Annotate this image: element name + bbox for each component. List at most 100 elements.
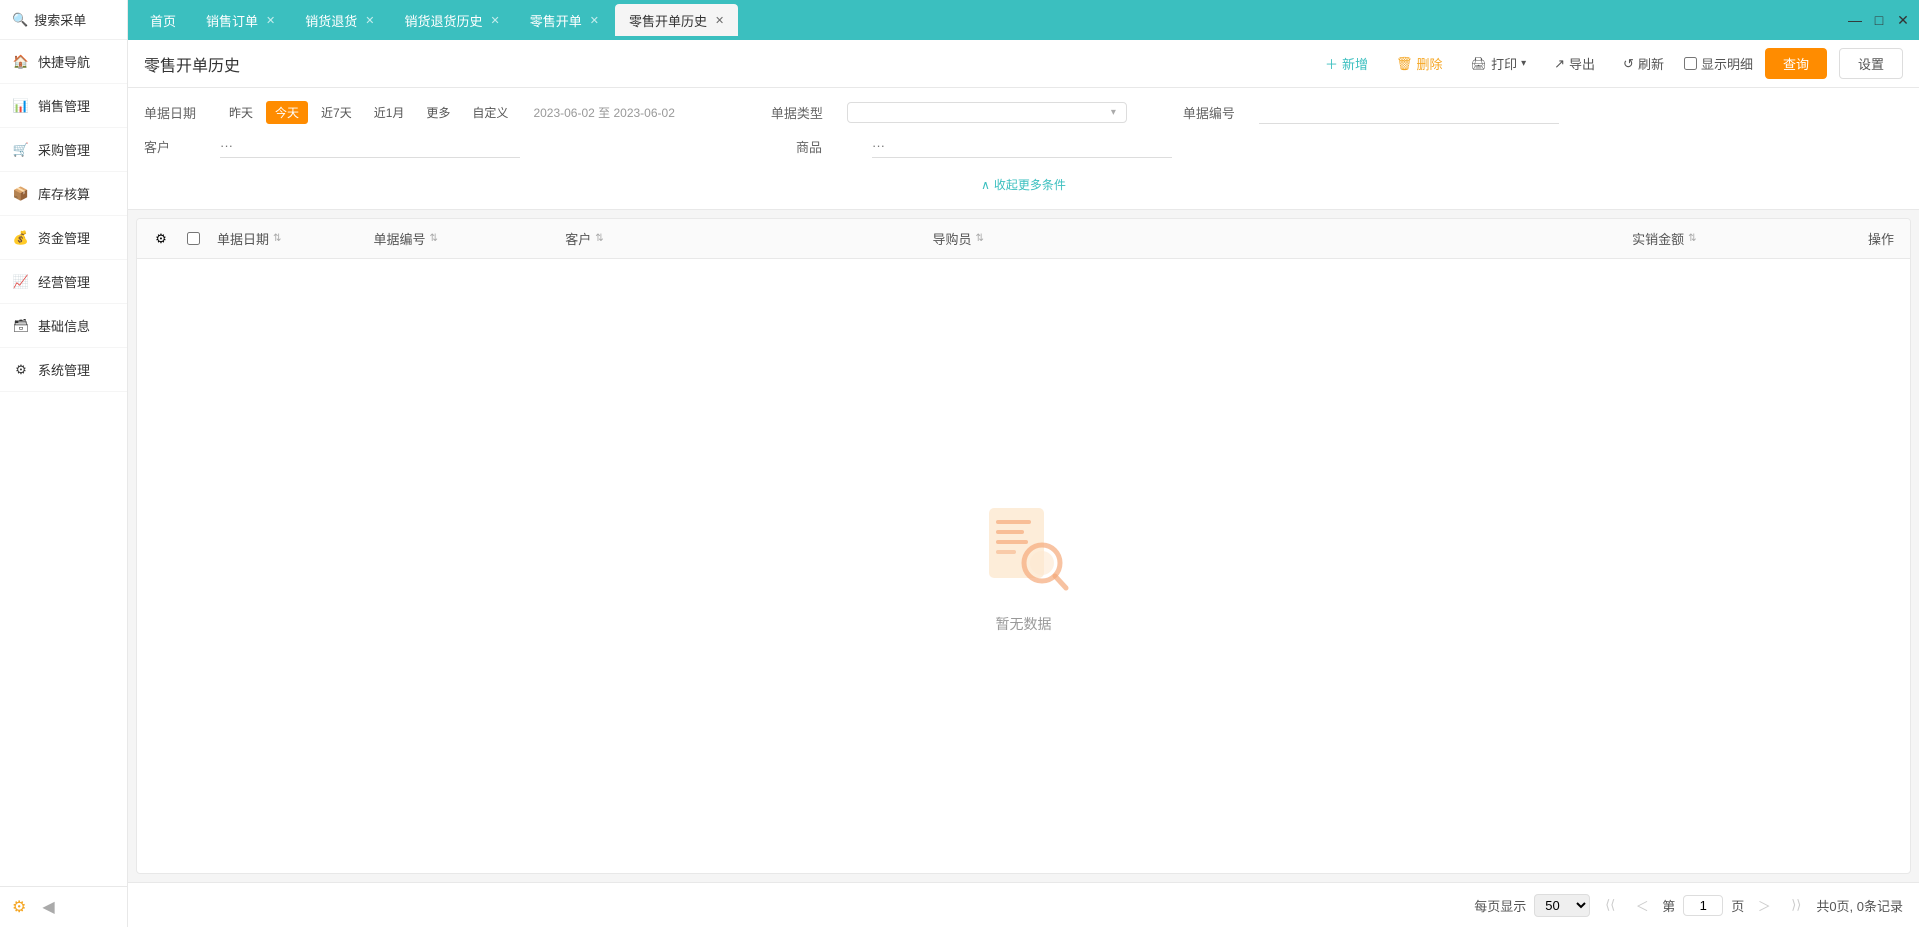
date-btn-today[interactable]: 今天 <box>266 101 308 124</box>
th-customer-label: 客户 <box>565 229 591 248</box>
query-button[interactable]: 查询 <box>1765 48 1827 79</box>
search-nav[interactable]: 🔍 搜索采单 <box>0 0 127 40</box>
refresh-label: 刷新 <box>1638 54 1664 73</box>
sidebar-item-label: 基础信息 <box>38 316 90 335</box>
tab-sales-return-history[interactable]: 销货退货历史 ✕ <box>390 4 513 36</box>
sort-salesperson-icon[interactable]: ⇅ <box>976 233 984 244</box>
th-actions: 操作 <box>1781 229 1902 248</box>
sidebar-item-inventory[interactable]: 📦 库存核算 <box>0 172 127 216</box>
export-button[interactable]: ↗ 导出 <box>1546 50 1603 77</box>
doc-type-select[interactable]: ▾ <box>847 102 1127 123</box>
print-button[interactable]: 🖨 打印 ▾ <box>1463 50 1535 77</box>
sidebar-item-label: 资金管理 <box>38 228 90 247</box>
first-page-btn[interactable]: ⟨⟨ <box>1598 893 1622 917</box>
data-table: ⚙ 单据日期 ⇅ 单据编号 ⇅ 客户 ⇅ 导购员 <box>136 218 1911 874</box>
tab-sales-order-close[interactable]: ✕ <box>266 14 275 27</box>
doc-type-label: 单据类型 <box>771 103 831 122</box>
th-no-label: 单据编号 <box>374 229 426 248</box>
sort-date-icon[interactable]: ⇅ <box>273 233 281 244</box>
tab-home-label: 首页 <box>150 11 176 30</box>
tab-retail-open-history[interactable]: 零售开单历史 ✕ <box>615 4 738 36</box>
close-btn[interactable]: ✕ <box>1895 12 1911 28</box>
delete-button[interactable]: 🗑 删除 <box>1388 50 1451 77</box>
sidebar-item-ops-mgmt[interactable]: 📈 经营管理 <box>0 260 127 304</box>
tab-sales-return-close[interactable]: ✕ <box>365 14 374 27</box>
inventory-icon: 📦 <box>12 185 30 203</box>
per-page-select[interactable]: 50 100 200 <box>1534 894 1590 917</box>
tab-retail-open-close[interactable]: ✕ <box>590 14 599 27</box>
page-content: 零售开单历史 ＋ 新增 🗑 删除 🖨 打印 ▾ ↗ 导出 <box>128 40 1919 927</box>
total-text: 共0页, 0条记录 <box>1816 896 1903 915</box>
sidebar-item-sys-mgmt[interactable]: ⚙ 系统管理 <box>0 348 127 392</box>
add-icon: ＋ <box>1325 54 1338 73</box>
goods-input[interactable] <box>872 134 1048 157</box>
sales-icon: 📊 <box>12 97 30 115</box>
sidebar-item-label: 系统管理 <box>38 360 90 379</box>
collapse-filter-btn[interactable]: ∧ 收起更多条件 <box>969 172 1078 197</box>
sort-customer-icon[interactable]: ⇅ <box>595 233 603 244</box>
print-label: 打印 <box>1491 54 1517 73</box>
sidebar-item-sales-mgmt[interactable]: 📊 销售管理 <box>0 84 127 128</box>
page-suffix: 页 <box>1731 896 1744 915</box>
display-detail-checkbox[interactable] <box>1684 57 1697 70</box>
sort-no-icon[interactable]: ⇅ <box>430 233 438 244</box>
settings-icon[interactable]: ⚙ <box>12 897 26 917</box>
date-label: 单据日期 <box>144 103 204 122</box>
refresh-icon: ↺ <box>1623 56 1634 72</box>
sidebar-item-purchase-mgmt[interactable]: 🛒 采购管理 <box>0 128 127 172</box>
sidebar-item-quick-nav[interactable]: 🏠 快捷导航 <box>0 40 127 84</box>
date-btn-yesterday[interactable]: 昨天 <box>220 101 262 124</box>
pagination: 每页显示 50 100 200 ⟨⟨ ＜ 第 页 ＞ ⟩⟩ 共0页, 0条记录 <box>128 882 1919 927</box>
add-button[interactable]: ＋ 新增 <box>1317 50 1376 77</box>
date-filter-buttons: 昨天 今天 近7天 近1月 更多 自定义 <box>220 101 517 124</box>
goods-field <box>872 134 1172 158</box>
date-btn-last7[interactable]: 近7天 <box>312 101 361 124</box>
maximize-btn[interactable]: □ <box>1871 12 1887 28</box>
select-all-checkbox-cell[interactable] <box>177 232 209 245</box>
collapse-label: 收起更多条件 <box>994 176 1066 193</box>
sidebar-item-label: 销售管理 <box>38 96 90 115</box>
customer-field <box>220 134 520 158</box>
search-label: 搜索采单 <box>34 10 86 29</box>
th-date: 单据日期 ⇅ <box>209 229 366 248</box>
prev-page-btn[interactable]: ＜ <box>1630 893 1654 917</box>
date-btn-last-month[interactable]: 近1月 <box>365 101 414 124</box>
settings-filter-button[interactable]: 设置 <box>1839 48 1903 79</box>
date-btn-custom[interactable]: 自定义 <box>463 101 517 124</box>
table-settings[interactable]: ⚙ <box>145 231 177 247</box>
collapse-sidebar-icon[interactable]: ◀ <box>42 897 54 917</box>
display-detail-toggle[interactable]: 显示明细 <box>1684 54 1753 73</box>
last-page-btn[interactable]: ⟩⟩ <box>1784 893 1808 917</box>
delete-icon: 🗑 <box>1396 56 1413 72</box>
base-icon: 🗃 <box>12 317 30 335</box>
toolbar-actions: ＋ 新增 🗑 删除 🖨 打印 ▾ ↗ 导出 ↺ 刷新 <box>1317 48 1903 79</box>
tab-sales-return[interactable]: 销货退货 ✕ <box>291 4 388 36</box>
doc-no-input[interactable] <box>1259 100 1435 123</box>
th-amount-label: 实销金额 <box>1632 229 1684 248</box>
next-page-btn[interactable]: ＞ <box>1752 893 1776 917</box>
refresh-button[interactable]: ↺ 刷新 <box>1615 50 1672 77</box>
tab-retail-open-history-close[interactable]: ✕ <box>715 14 724 27</box>
page-title: 零售开单历史 <box>144 52 240 76</box>
main-content: 首页 销售订单 ✕ 销货退货 ✕ 销货退货历史 ✕ 零售开单 ✕ 零售开单历史 … <box>128 0 1919 927</box>
home-icon: 🏠 <box>12 53 30 71</box>
tab-sales-order[interactable]: 销售订单 ✕ <box>192 4 289 36</box>
th-no: 单据编号 ⇅ <box>366 229 558 248</box>
table-settings-icon: ⚙ <box>155 231 167 247</box>
select-all-checkbox[interactable] <box>187 232 200 245</box>
tab-home[interactable]: 首页 <box>136 4 190 36</box>
tabs-bar: 首页 销售订单 ✕ 销货退货 ✕ 销货退货历史 ✕ 零售开单 ✕ 零售开单历史 … <box>128 0 1919 40</box>
page-input[interactable] <box>1683 895 1723 916</box>
tab-sales-return-history-label: 销货退货历史 <box>404 11 482 30</box>
date-btn-more[interactable]: 更多 <box>417 101 459 124</box>
empty-svg <box>974 498 1074 598</box>
customer-input[interactable] <box>220 134 396 157</box>
tab-retail-open[interactable]: 零售开单 ✕ <box>516 4 613 36</box>
sort-amount-icon[interactable]: ⇅ <box>1688 233 1696 244</box>
th-actions-label: 操作 <box>1868 229 1894 248</box>
sidebar-item-finance[interactable]: 💰 资金管理 <box>0 216 127 260</box>
sidebar-item-base-info[interactable]: 🗃 基础信息 <box>0 304 127 348</box>
minimize-btn[interactable]: — <box>1847 12 1863 28</box>
window-controls: — □ ✕ <box>1847 12 1911 28</box>
tab-sales-return-history-close[interactable]: ✕ <box>491 14 500 27</box>
